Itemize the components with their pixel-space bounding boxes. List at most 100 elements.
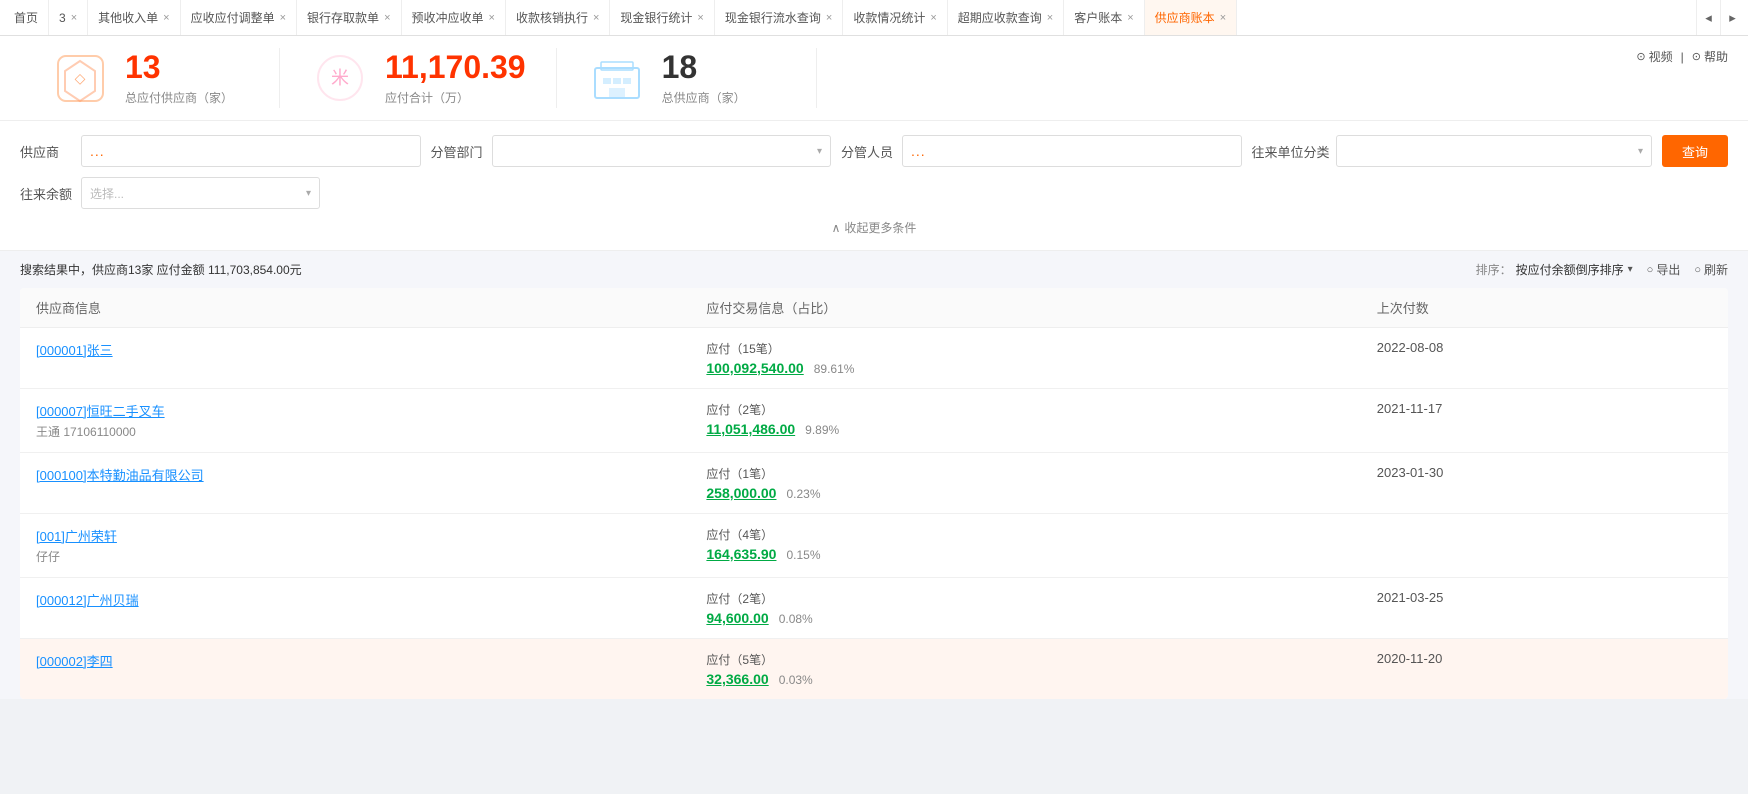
nav-tab-customer-account-close[interactable]: × (1127, 12, 1133, 24)
transaction-amount-2[interactable]: 11,051,486.00 (706, 421, 795, 437)
supplier-info-6: [000002]李四 (36, 651, 706, 670)
nav-tab-cash-bank-flow[interactable]: 现金银行流水查询 × (715, 0, 843, 36)
supplier-link-3[interactable]: [000100]本特勤油品有限公司 (36, 465, 706, 484)
nav-tab-supplier-account[interactable]: 供应商账本 × (1145, 0, 1237, 36)
nav-tab-ar-ap-label: 应收应付调整单 (191, 9, 275, 26)
supplier-link-4[interactable]: [001]广州荣轩 (36, 526, 706, 545)
person-filter-label: 分管人员 (841, 142, 896, 161)
nav-tab-overdue-close[interactable]: × (1047, 12, 1053, 24)
transaction-pct-3: 0.23% (786, 487, 820, 501)
filter-row-2: 往来余额 选择... ▾ (20, 177, 1728, 209)
nav-tab-supplier-account-close[interactable]: × (1220, 12, 1226, 24)
supplier-link-5[interactable]: [000012]广州贝瑞 (36, 590, 706, 609)
nav-tab-ar-ap[interactable]: 应收应付调整单 × (181, 0, 297, 36)
transaction-amount-6[interactable]: 32,366.00 (706, 671, 768, 687)
nav-tab-3[interactable]: 3 × (49, 0, 88, 36)
top-nav: 首页 3 × 其他收入单 × 应收应付调整单 × 银行存取款单 × 预收冲应收单… (0, 0, 1748, 36)
nav-tab-collect-stat-label: 收款情况统计 (853, 9, 925, 26)
supplier-filter-label: 供应商 (20, 142, 75, 161)
nav-tab-bank-deposit-close[interactable]: × (384, 12, 390, 24)
table-row: [000012]广州贝瑞 应付（2笔） 94,600.00 0.08% 2021… (20, 578, 1728, 639)
transaction-info-6: 应付（5笔） 32,366.00 0.03% (706, 651, 1376, 687)
transaction-amount-1[interactable]: 100,092,540.00 (706, 360, 803, 376)
nav-tab-home[interactable]: 首页 (4, 0, 49, 36)
nav-tab-overdue[interactable]: 超期应收款查询 × (948, 0, 1064, 36)
collapse-btn-label: 收起更多条件 (844, 219, 916, 236)
unit-class-filter-input[interactable]: ▾ (1336, 135, 1652, 167)
nav-prev-arrow[interactable]: ◂ (1696, 0, 1720, 36)
payable-amount-number: 11,170.39 (385, 50, 526, 85)
nav-next-arrow[interactable]: ▸ (1720, 0, 1744, 36)
stat-payable-suppliers: ◇ 13 总应付供应商（家） (20, 48, 280, 108)
transaction-amount-5[interactable]: 94,600.00 (706, 610, 768, 626)
person-filter-input[interactable]: ... (902, 135, 1242, 167)
search-button[interactable]: 查询 (1662, 135, 1728, 167)
person-dots-icon: ... (911, 143, 926, 159)
table-row: [000007]恒旺二手叉车 王通 17106110000 应付（2笔） 11,… (20, 389, 1728, 453)
stat-total-suppliers-content: 18 总供应商（家） (662, 50, 746, 106)
nav-tab-collect-stat-close[interactable]: × (930, 12, 936, 24)
nav-tab-prepay-close[interactable]: × (489, 12, 495, 24)
supplier-link-6[interactable]: [000002]李四 (36, 651, 706, 670)
transaction-pct-4: 0.15% (786, 548, 820, 562)
last-pay-5: 2021-03-25 (1377, 590, 1712, 605)
nav-tab-3-close[interactable]: × (71, 12, 77, 24)
transaction-info-4: 应付（4笔） 164,635.90 0.15% (706, 526, 1376, 562)
nav-tab-collect-exec-label: 收款核销执行 (516, 9, 588, 26)
nav-tab-bank-deposit-label: 银行存取款单 (307, 9, 379, 26)
nav-tab-collect-exec[interactable]: 收款核销执行 × (506, 0, 610, 36)
transaction-label-1: 应付（15笔） (706, 340, 1376, 357)
nav-tab-ar-ap-close[interactable]: × (280, 12, 286, 24)
video-link[interactable]: ⊙ 视频 (1636, 48, 1672, 65)
nav-tab-collect-stat[interactable]: 收款情况统计 × (843, 0, 947, 36)
transaction-amount-3[interactable]: 258,000.00 (706, 485, 776, 501)
refresh-btn-label: 刷新 (1704, 261, 1728, 278)
supplier-info-2: [000007]恒旺二手叉车 王通 17106110000 (36, 401, 706, 440)
supplier-link-1[interactable]: [000001]张三 (36, 340, 706, 359)
transaction-info-5: 应付（2笔） 94,600.00 0.08% (706, 590, 1376, 626)
nav-tab-other-income[interactable]: 其他收入单 × (88, 0, 180, 36)
nav-tab-cash-bank-stat-label: 现金银行统计 (620, 9, 692, 26)
last-pay-date-1: 2022-08-08 (1377, 340, 1444, 355)
last-pay-2: 2021-11-17 (1377, 401, 1712, 416)
nav-tab-cash-bank-stat-close[interactable]: × (697, 12, 703, 24)
transaction-pct-6: 0.03% (779, 673, 813, 687)
results-actions: 排序： 按应付余额倒序排序 ▾ ○ 导出 ○ 刷新 (1476, 261, 1728, 278)
table-row: [000100]本特勤油品有限公司 应付（1笔） 258,000.00 0.23… (20, 453, 1728, 514)
balance-filter-label: 往来余额 (20, 184, 75, 203)
payable-amount-icon: 米 (310, 48, 370, 108)
sort-label: 排序： (1476, 261, 1512, 278)
dept-filter-input[interactable]: ▾ (492, 135, 832, 167)
last-pay-1: 2022-08-08 (1377, 340, 1712, 355)
supplier-filter-input[interactable]: ... (81, 135, 421, 167)
balance-filter-input[interactable]: 选择... ▾ (81, 177, 320, 209)
export-button[interactable]: ○ 导出 (1647, 261, 1681, 278)
nav-tab-bank-deposit[interactable]: 银行存取款单 × (297, 0, 401, 36)
stat-payable-amount-content: 11,170.39 应付合计（万） (385, 50, 526, 106)
nav-tab-cash-bank-stat[interactable]: 现金银行统计 × (610, 0, 714, 36)
balance-chevron-down-icon: ▾ (306, 188, 311, 199)
dept-filter-label: 分管部门 (431, 142, 486, 161)
nav-tab-other-income-close[interactable]: × (163, 12, 169, 24)
table-header-last-pay: 上次付数 (1377, 298, 1712, 317)
transaction-label-5: 应付（2笔） (706, 590, 1376, 607)
refresh-button[interactable]: ○ 刷新 (1694, 261, 1728, 278)
nav-tab-collect-exec-close[interactable]: × (593, 12, 599, 24)
supplier-info-3: [000100]本特勤油品有限公司 (36, 465, 706, 484)
filter-group-unit-class: 往来单位分类 ▾ (1252, 135, 1653, 167)
supplier-link-2[interactable]: [000007]恒旺二手叉车 (36, 401, 706, 420)
help-link[interactable]: ⊙ 帮助 (1692, 48, 1728, 65)
collapse-more-btn[interactable]: ∧ 收起更多条件 (832, 219, 917, 236)
export-btn-label: 导出 (1656, 261, 1680, 278)
results-area: 搜索结果中，供应商13家 应付金额 111,703,854.00元 排序： 按应… (0, 251, 1748, 699)
nav-tab-customer-account[interactable]: 客户账本 × (1064, 0, 1144, 36)
nav-tab-prepay[interactable]: 预收冲应收单 × (402, 0, 506, 36)
nav-tab-cash-bank-flow-close[interactable]: × (826, 12, 832, 24)
transaction-amount-4[interactable]: 164,635.90 (706, 546, 776, 562)
video-icon: ⊙ (1636, 50, 1645, 63)
nav-tab-overdue-label: 超期应收款查询 (958, 9, 1042, 26)
payable-suppliers-number: 13 (125, 50, 233, 85)
transaction-info-1: 应付（15笔） 100,092,540.00 89.61% (706, 340, 1376, 376)
sort-dropdown[interactable]: 排序： 按应付余额倒序排序 ▾ (1476, 261, 1633, 278)
stat-payable-suppliers-content: 13 总应付供应商（家） (125, 50, 233, 106)
